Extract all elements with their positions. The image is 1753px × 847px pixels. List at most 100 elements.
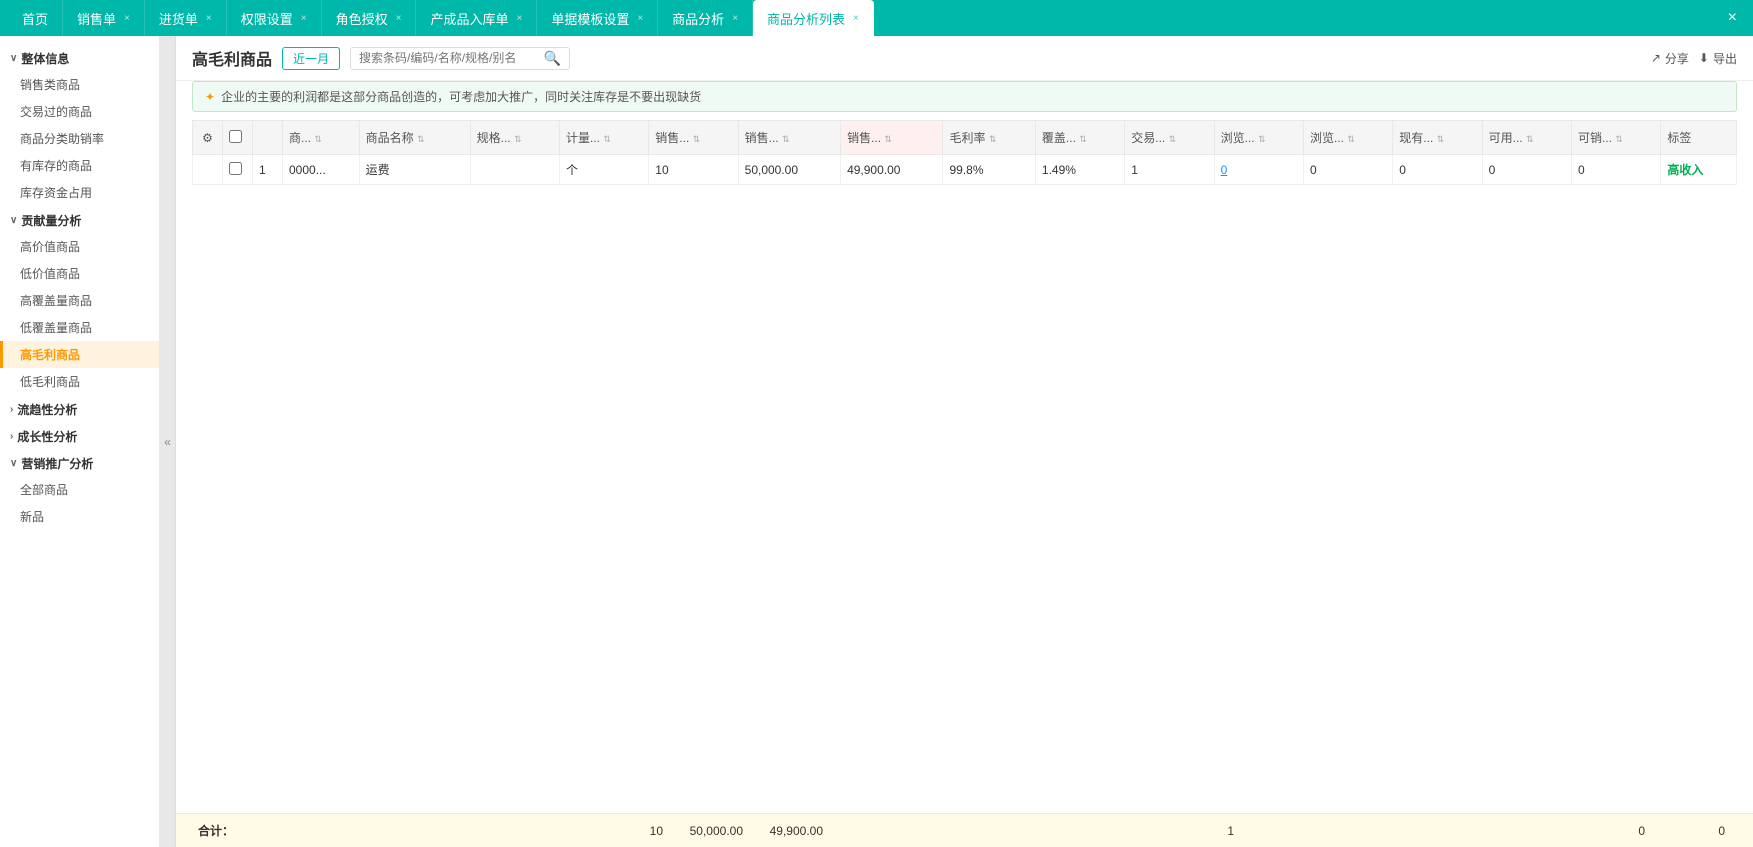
- cell-spec: [470, 155, 559, 185]
- arrow-growth: ›: [10, 431, 13, 442]
- nav-sales-close[interactable]: ×: [124, 13, 130, 24]
- sidebar-item-stock-capital[interactable]: 库存资金占用: [0, 179, 159, 206]
- row-checkbox[interactable]: [229, 162, 242, 175]
- col-coverage[interactable]: 覆盖... ⇅: [1035, 121, 1124, 155]
- sidebar-group-marketing[interactable]: ∨ 营销推广分析: [0, 449, 159, 476]
- window-close-button[interactable]: ×: [1720, 9, 1745, 27]
- nav-permissions-close[interactable]: ×: [301, 13, 307, 24]
- col-gross-margin[interactable]: 毛利率 ⇅: [943, 121, 1035, 155]
- search-box: 🔍: [350, 47, 570, 70]
- select-all-checkbox[interactable]: [229, 130, 242, 143]
- cell-tag: 高收入: [1661, 155, 1737, 185]
- nav-sales[interactable]: 销售单 ×: [63, 0, 145, 36]
- export-button[interactable]: ⬇ 导出: [1699, 50, 1737, 67]
- sidebar-item-category-rate[interactable]: 商品分类助销率: [0, 125, 159, 152]
- export-icon: ⬇: [1699, 51, 1709, 65]
- col-sales-amount[interactable]: 销售... ⇅: [738, 121, 840, 155]
- nav-analysis-close[interactable]: ×: [732, 13, 738, 24]
- col-checkbox[interactable]: [223, 121, 253, 155]
- data-table: ⚙ 商... ⇅ 商品名称 ⇅: [192, 120, 1737, 185]
- col-sales-qty[interactable]: 销售... ⇅: [649, 121, 738, 155]
- sidebar-item-high-value[interactable]: 高价值商品: [0, 233, 159, 260]
- cell-saleable: 0: [1571, 155, 1660, 185]
- col-index: [253, 121, 283, 155]
- col-settings[interactable]: ⚙: [193, 121, 223, 155]
- nav-templates[interactable]: 单据模板设置 ×: [537, 0, 658, 36]
- sidebar-item-low-value[interactable]: 低价值商品: [0, 260, 159, 287]
- cell-sales-qty: 10: [649, 155, 738, 185]
- nav-products-close[interactable]: ×: [516, 13, 522, 24]
- info-bar: ✦ 企业的主要的利润都是这部分商品创造的，可考虑加大推广，同时关注库存是不要出现…: [192, 81, 1737, 112]
- sidebar-item-high-coverage[interactable]: 高覆盖量商品: [0, 287, 159, 314]
- content-header: 高毛利商品 近一月 🔍 ↗ 分享 ⬇ 导出: [176, 36, 1753, 81]
- cell-stock-qty: 0: [1393, 155, 1482, 185]
- col-unit[interactable]: 计量... ⇅: [559, 121, 648, 155]
- col-avail-qty[interactable]: 可用... ⇅: [1482, 121, 1571, 155]
- nav-permissions[interactable]: 权限设置 ×: [227, 0, 322, 36]
- nav-products[interactable]: 产成品入库单 ×: [416, 0, 537, 36]
- search-icon[interactable]: 🔍: [544, 50, 561, 67]
- arrow-overall: ∨: [10, 53, 17, 64]
- cell-unit: 个: [559, 155, 648, 185]
- time-filter-button[interactable]: 近一月: [282, 47, 340, 70]
- sidebar-item-new-goods[interactable]: 新品: [0, 503, 159, 530]
- footer-sales-qty: 10: [589, 824, 669, 838]
- col-browse1[interactable]: 浏览... ⇅: [1214, 121, 1303, 155]
- col-code[interactable]: 商... ⇅: [283, 121, 360, 155]
- cell-avail-qty: 0: [1482, 155, 1571, 185]
- cell-trade: 1: [1125, 155, 1214, 185]
- sidebar-group-growth[interactable]: › 成长性分析: [0, 422, 159, 449]
- share-button[interactable]: ↗ 分享: [1651, 50, 1689, 67]
- sidebar-item-low-margin[interactable]: 低毛利商品: [0, 368, 159, 395]
- nav-roles-close[interactable]: ×: [396, 13, 402, 24]
- table-wrap: ⚙ 商... ⇅ 商品名称 ⇅: [176, 120, 1753, 813]
- cell-browse1[interactable]: 0: [1214, 155, 1303, 185]
- nav-roles[interactable]: 角色授权 ×: [322, 0, 417, 36]
- page-title: 高毛利商品: [192, 46, 272, 70]
- nav-purchase-close[interactable]: ×: [206, 13, 212, 24]
- arrow-trend: ›: [10, 404, 13, 415]
- sidebar-group-contribution[interactable]: ∨ 贡献量分析: [0, 206, 159, 233]
- nav-analysis-list-close[interactable]: ×: [853, 13, 859, 24]
- col-sales-cost[interactable]: 销售... ⇅: [841, 121, 943, 155]
- sidebar-group-trend[interactable]: › 流趋性分析: [0, 395, 159, 422]
- nav-templates-close[interactable]: ×: [637, 13, 643, 24]
- sidebar-item-high-margin[interactable]: 高毛利商品: [0, 341, 159, 368]
- sidebar: ∨ 整体信息 销售类商品 交易过的商品 商品分类助销率 有库存的商品 库存资金占…: [0, 36, 160, 847]
- cell-sales-cost: 49,900.00: [841, 155, 943, 185]
- col-stock-qty[interactable]: 现有... ⇅: [1393, 121, 1482, 155]
- sidebar-item-traded-goods[interactable]: 交易过的商品: [0, 98, 159, 125]
- header-actions: ↗ 分享 ⬇ 导出: [1651, 50, 1737, 67]
- col-name[interactable]: 商品名称 ⇅: [359, 121, 470, 155]
- search-input[interactable]: [359, 51, 540, 65]
- arrow-contribution: ∨: [10, 215, 17, 226]
- info-icon: ✦: [205, 90, 215, 104]
- col-saleable[interactable]: 可销... ⇅: [1571, 121, 1660, 155]
- sidebar-group-overall[interactable]: ∨ 整体信息: [0, 44, 159, 71]
- cell-settings: [193, 155, 223, 185]
- sidebar-item-stocked-goods[interactable]: 有库存的商品: [0, 152, 159, 179]
- table-row[interactable]: 1 0000... 运费 个 10 50,000.00 49,900.00 99…: [193, 155, 1737, 185]
- cell-coverage: 1.49%: [1035, 155, 1124, 185]
- share-icon: ↗: [1651, 51, 1661, 65]
- sidebar-item-all-goods[interactable]: 全部商品: [0, 476, 159, 503]
- nav-home[interactable]: 首页: [8, 0, 63, 36]
- cell-sales-amount: 50,000.00: [738, 155, 840, 185]
- nav-analysis-list[interactable]: 商品分析列表 ×: [753, 0, 874, 36]
- sidebar-item-low-coverage[interactable]: 低覆盖量商品: [0, 314, 159, 341]
- nav-purchase[interactable]: 进货单 ×: [145, 0, 227, 36]
- cell-browse2: 0: [1303, 155, 1392, 185]
- col-spec[interactable]: 规格... ⇅: [470, 121, 559, 155]
- table-footer: 合计： 10 50,000.00 49,900.00 1 0 0: [176, 813, 1753, 847]
- arrow-marketing: ∨: [10, 458, 17, 469]
- cell-checkbox[interactable]: [223, 155, 253, 185]
- sidebar-item-sales-goods[interactable]: 销售类商品: [0, 71, 159, 98]
- col-tag: 标签: [1661, 121, 1737, 155]
- col-trade[interactable]: 交易... ⇅: [1125, 121, 1214, 155]
- footer-stock-qty: 0: [1571, 824, 1651, 838]
- footer-label: 合计：: [198, 822, 258, 839]
- col-browse2[interactable]: 浏览... ⇅: [1303, 121, 1392, 155]
- nav-analysis[interactable]: 商品分析 ×: [658, 0, 753, 36]
- footer-sales-amount: 50,000.00: [669, 824, 749, 838]
- sidebar-collapse-button[interactable]: «: [160, 36, 176, 847]
